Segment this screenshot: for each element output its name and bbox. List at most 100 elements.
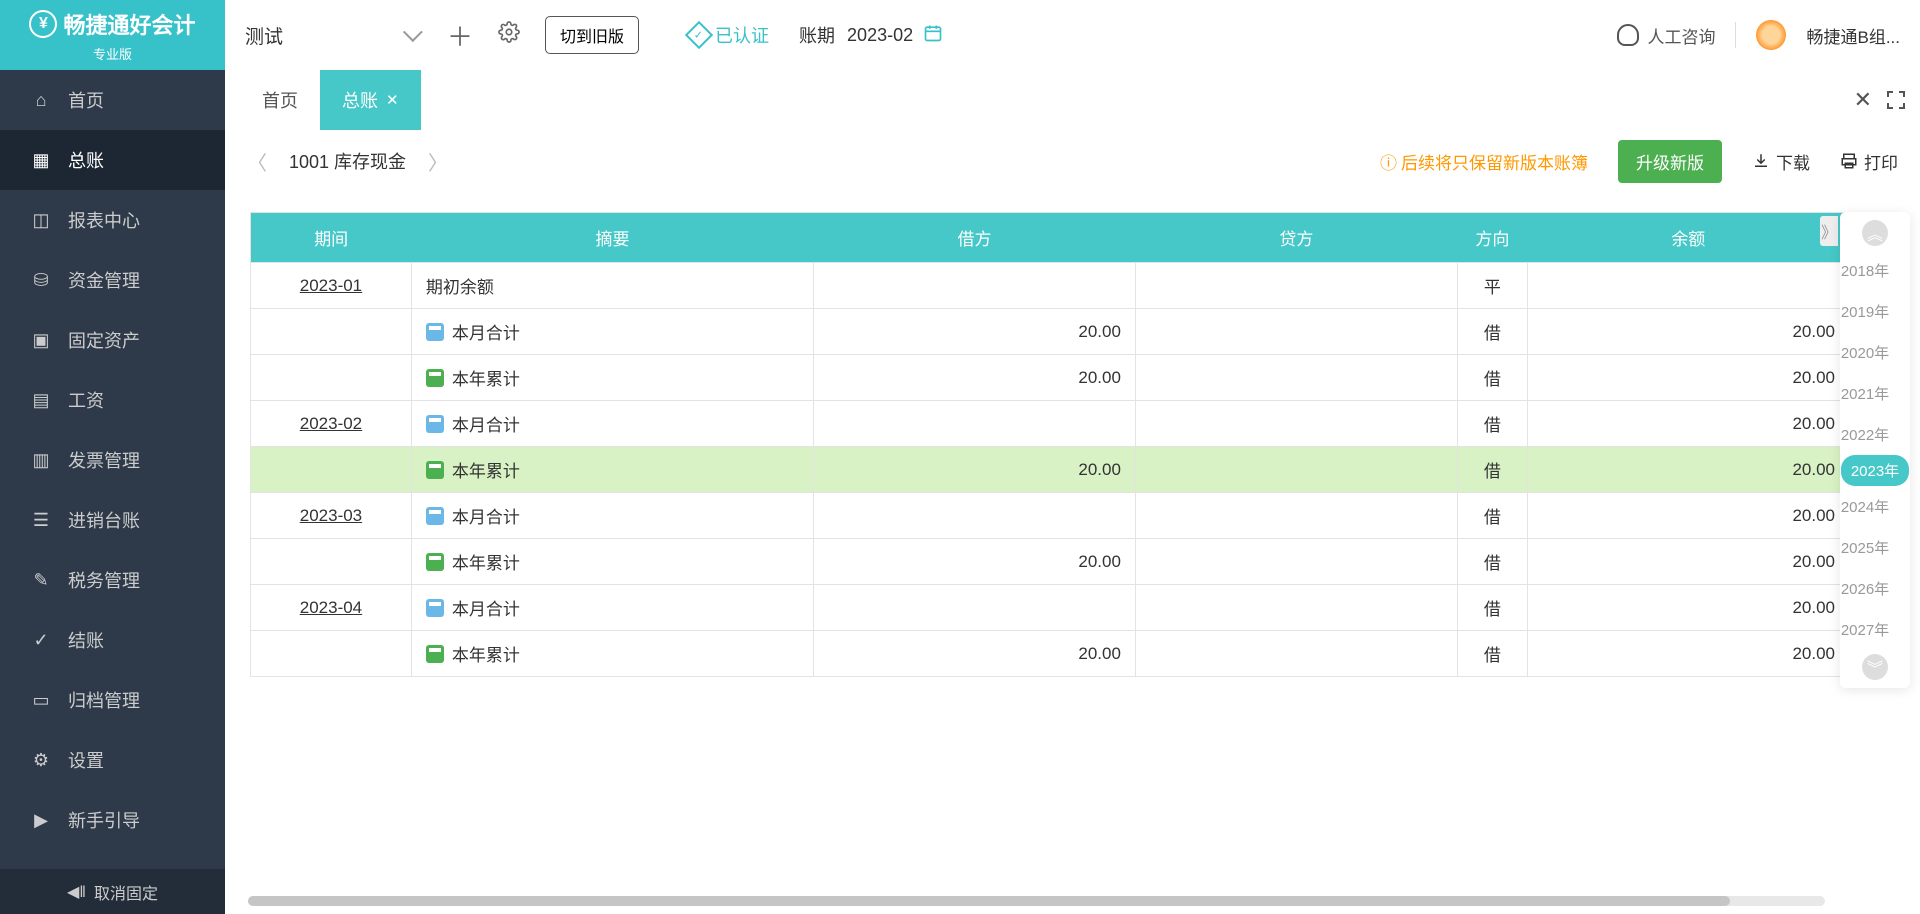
year-item[interactable]: 2020年 (1841, 332, 1909, 373)
customer-service-button[interactable]: 人工咨询 (1617, 23, 1715, 48)
sidebar-item-5[interactable]: ▤工资 (0, 370, 225, 430)
year-item[interactable]: 2021年 (1841, 373, 1909, 414)
th-debit: 借方 (814, 213, 1136, 263)
avatar[interactable] (1756, 20, 1786, 50)
sidebar-item-1[interactable]: ▦总账 (0, 130, 225, 190)
cell-balance (1528, 263, 1850, 309)
cell-balance: 20.00 (1528, 539, 1850, 585)
download-button[interactable]: 下载 (1752, 149, 1810, 174)
period-link[interactable]: 2023-01 (300, 276, 362, 295)
close-icon[interactable]: ✕ (386, 91, 399, 109)
cell-direction: 借 (1457, 309, 1527, 355)
sidebar-item-8[interactable]: ✎税务管理 (0, 550, 225, 610)
close-all-tabs-button[interactable]: ✕ (1854, 87, 1872, 113)
cell-direction: 借 (1457, 401, 1527, 447)
sidebar-icon: ◫ (30, 209, 52, 231)
period-link[interactable]: 2023-03 (300, 506, 362, 525)
account-title[interactable]: 1001 库存现金 (289, 148, 406, 174)
cell-balance: 20.00 (1528, 309, 1850, 355)
cell-summary: 本年累计 (411, 355, 813, 401)
table-row[interactable]: 2023-03 本月合计 借 20.00 (251, 493, 1850, 539)
sidebar-item-12[interactable]: ▶新手引导 (0, 790, 225, 850)
settings-icon[interactable] (498, 21, 520, 49)
year-item[interactable]: 2022年 (1841, 414, 1909, 455)
logo[interactable]: ¥ 畅捷通好会计 专业版 (0, 0, 225, 70)
year-item[interactable]: 2027年 (1841, 609, 1909, 650)
year-icon (426, 461, 444, 479)
table-row[interactable]: 本年累计 20.00 借 20.00 (251, 447, 1850, 493)
period-value[interactable]: 2023-02 (847, 25, 913, 46)
account-name: 测试 (245, 22, 283, 49)
year-scroll-down[interactable]: ︾ (1862, 654, 1888, 680)
cell-debit: 20.00 (814, 355, 1136, 401)
table-row[interactable]: 2023-04 本月合计 借 20.00 (251, 585, 1850, 631)
cell-credit (1135, 493, 1457, 539)
year-item[interactable]: 2023年 (1841, 455, 1909, 486)
calendar-icon[interactable] (923, 23, 943, 48)
cell-credit (1135, 585, 1457, 631)
scrollbar-thumb[interactable] (248, 896, 1730, 906)
sidebar-item-label: 总账 (68, 147, 104, 173)
year-item[interactable]: 2025年 (1841, 527, 1909, 568)
sidebar-icon: ✓ (30, 629, 52, 651)
cell-balance: 20.00 (1528, 401, 1850, 447)
user-name[interactable]: 畅捷通B组... (1806, 23, 1900, 48)
account-selector[interactable]: 测试 (245, 22, 417, 49)
toolbar: 〈 1001 库存现金 〉 ⓘ 后续将只保留新版本账簿 升级新版 下载 打印 (225, 130, 1920, 192)
next-account-button[interactable]: 〉 (428, 147, 448, 176)
cell-period: 2023-02 (251, 401, 412, 447)
logo-text: 畅捷通好会计 (63, 8, 195, 40)
print-button[interactable]: 打印 (1840, 149, 1898, 174)
year-item[interactable]: 2018年 (1841, 250, 1909, 291)
table-row[interactable]: 本年累计 20.00 借 20.00 (251, 355, 1850, 401)
sidebar-item-10[interactable]: ▭归档管理 (0, 670, 225, 730)
table-row[interactable]: 2023-01 期初余额 平 (251, 263, 1850, 309)
cell-credit (1135, 539, 1457, 585)
sidebar-item-7[interactable]: ☰进销台账 (0, 490, 225, 550)
sidebar-item-11[interactable]: ⚙设置 (0, 730, 225, 790)
sidebar-item-label: 工资 (68, 387, 104, 413)
cell-debit (814, 263, 1136, 309)
cell-debit: 20.00 (814, 539, 1136, 585)
sidebar-item-9[interactable]: ✓结账 (0, 610, 225, 670)
table-row[interactable]: 本年累计 20.00 借 20.00 (251, 539, 1850, 585)
collapse-year-panel[interactable]: 》 (1820, 216, 1838, 246)
sidebar-item-0[interactable]: ⌂首页 (0, 70, 225, 130)
upgrade-button[interactable]: 升级新版 (1618, 140, 1722, 183)
headset-icon (1617, 24, 1639, 46)
table-row[interactable]: 本年累计 20.00 借 20.00 (251, 631, 1850, 677)
year-item[interactable]: 2026年 (1841, 568, 1909, 609)
sidebar-icon: ▣ (30, 329, 52, 351)
sidebar-item-2[interactable]: ◫报表中心 (0, 190, 225, 250)
prev-account-button[interactable]: 〈 (247, 147, 267, 176)
cell-direction: 借 (1457, 631, 1527, 677)
table-row[interactable]: 2023-02 本月合计 借 20.00 (251, 401, 1850, 447)
horizontal-scrollbar[interactable] (248, 896, 1825, 906)
fullscreen-icon[interactable] (1887, 91, 1905, 109)
year-panel: ︽ 2018年2019年2020年2021年2022年2023年2024年202… (1840, 212, 1910, 688)
cell-balance: 20.00 (1528, 585, 1850, 631)
period-link[interactable]: 2023-04 (300, 598, 362, 617)
cell-direction: 借 (1457, 355, 1527, 401)
cell-debit: 20.00 (814, 309, 1136, 355)
sidebar-icon: ✎ (30, 569, 52, 591)
sidebar-item-6[interactable]: ▥发票管理 (0, 430, 225, 490)
switch-old-version-button[interactable]: 切到旧版 (545, 16, 639, 54)
add-button[interactable]: ＋ (447, 17, 473, 54)
year-scroll-up[interactable]: ︽ (1862, 220, 1888, 246)
cell-period: 2023-03 (251, 493, 412, 539)
unpin-button[interactable]: ◀‖ 取消固定 (0, 869, 225, 914)
year-item[interactable]: 2024年 (1841, 486, 1909, 527)
cell-debit (814, 493, 1136, 539)
table-container: 期间 摘要 借方 贷方 方向 余额 2023-01 期初余额 平 本月合计 20… (225, 192, 1920, 914)
sidebar-item-3[interactable]: ⛁资金管理 (0, 250, 225, 310)
sidebar-item-4[interactable]: ▣固定资产 (0, 310, 225, 370)
year-item[interactable]: 2019年 (1841, 291, 1909, 332)
info-icon: ⓘ (1380, 149, 1397, 174)
verified-badge: ✓ 已认证 (689, 22, 769, 48)
table-row[interactable]: 本月合计 20.00 借 20.00 (251, 309, 1850, 355)
cell-credit (1135, 631, 1457, 677)
period-link[interactable]: 2023-02 (300, 414, 362, 433)
tab-general-ledger[interactable]: 总账 ✕ (320, 70, 421, 130)
tab-home[interactable]: 首页 (240, 70, 320, 130)
